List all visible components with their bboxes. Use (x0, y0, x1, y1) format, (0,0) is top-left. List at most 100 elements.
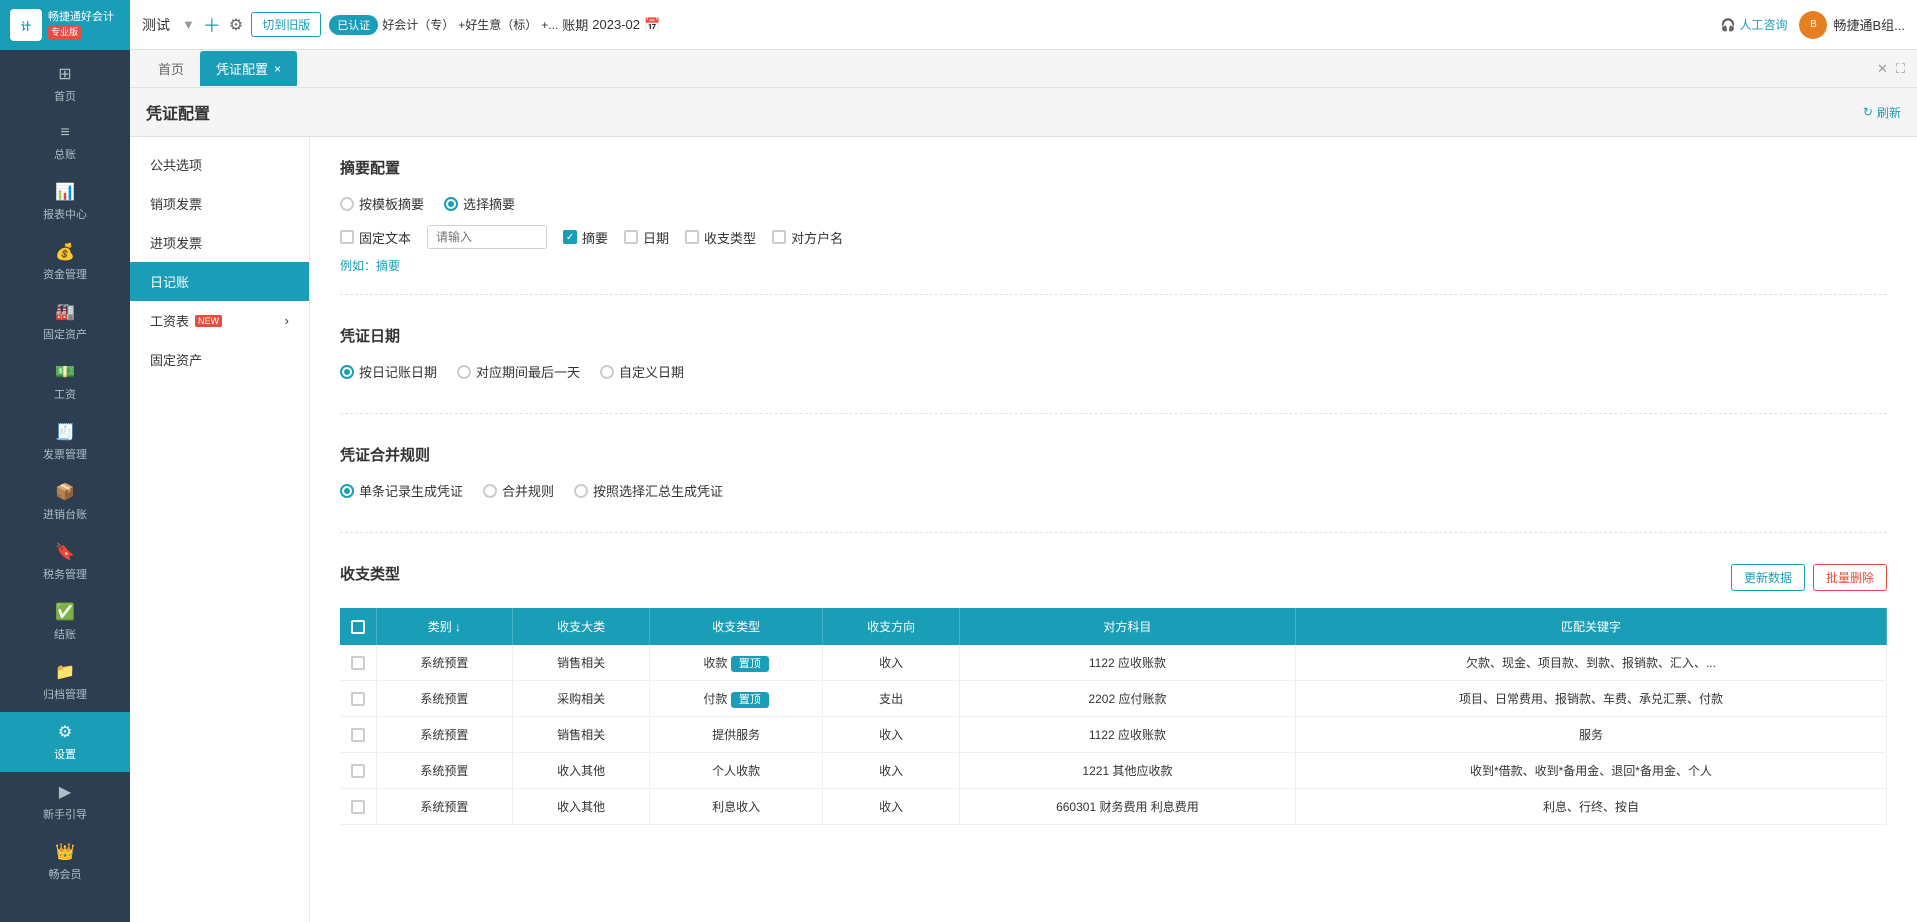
config-sidebar-item-payroll[interactable]: 工资表 NEW › (130, 301, 309, 340)
table-row: 系统预置 采购相关 付款 置顶 支出 2202 应付账款 项目、日常费用、报销款… (340, 681, 1887, 717)
tag-reset[interactable]: 置顶 (731, 656, 769, 672)
home-icon: ⊞ (58, 64, 71, 84)
row-type: 利息收入 (650, 789, 823, 825)
radio-journal-date[interactable]: 按日记账日期 (340, 362, 437, 381)
row-checkbox[interactable] (340, 645, 376, 681)
sidebar-item-salary[interactable]: 💵 工资 (0, 352, 130, 412)
logo-text: 畅捷通好会计 专业版 (48, 10, 114, 40)
sidebar-item-label: 归档管理 (43, 686, 87, 702)
sidebar-item-tax[interactable]: 🔖 税务管理 (0, 532, 130, 592)
radio-circle-checked (340, 484, 354, 498)
tab-home[interactable]: 首页 (142, 51, 200, 86)
checkbox-box (340, 230, 354, 244)
ledger-icon: ≡ (60, 124, 69, 142)
row-checkbox[interactable] (340, 789, 376, 825)
refresh-icon: ↻ (1863, 105, 1873, 119)
config-sidebar-item-journal[interactable]: 日记账 (130, 262, 309, 301)
sidebar-item-settings[interactable]: ⚙ 设置 (0, 712, 130, 772)
radio-select-summary[interactable]: 选择摘要 (444, 194, 515, 213)
tab-close-icon[interactable]: × (274, 62, 281, 76)
checkbox-box-checked: ✓ (563, 230, 577, 244)
checkbox-date[interactable]: 日期 (624, 228, 669, 247)
radio-template-summary[interactable]: 按模板摘要 (340, 194, 424, 213)
radio-merge-rule[interactable]: 合并规则 (483, 481, 554, 500)
table-row: 系统预置 收入其他 个人收款 收入 1221 其他应收款 收到*借款、收到*备用… (340, 753, 1887, 789)
invoice-icon: 🧾 (55, 422, 75, 442)
merge-radio-group: 单条记录生成凭证 合并规则 按照选择汇总生成凭证 (340, 481, 1887, 500)
sidebar-item-label: 结账 (54, 626, 76, 642)
radio-single-record[interactable]: 单条记录生成凭证 (340, 481, 463, 500)
sidebar: 计 畅捷通好会计 专业版 ⊞ 首页 ≡ 总账 📊 报表中心 💰 资金管理 (0, 0, 130, 922)
batch-delete-button[interactable]: 批量删除 (1813, 564, 1887, 591)
headset-icon: 🎧 (1721, 18, 1736, 32)
table-th-checkbox[interactable] (340, 608, 376, 645)
row-category: 系统预置 (376, 645, 513, 681)
arrow-icon: › (285, 313, 289, 328)
refresh-button[interactable]: ↻ 刷新 (1863, 104, 1901, 121)
checkbox-fixed-text[interactable]: 固定文本 (340, 228, 411, 247)
row-account: 2202 应付账款 (959, 681, 1295, 717)
row-major: 采购相关 (513, 681, 650, 717)
switch-version-button[interactable]: 切到旧版 (251, 12, 321, 37)
sidebar-item-label: 资金管理 (43, 266, 87, 282)
row-checkbox[interactable] (340, 753, 376, 789)
row-keywords: 项目、日常费用、报销款、车费、承兑汇票、付款 (1295, 681, 1886, 717)
checkbox-counterpart-name[interactable]: 对方户名 (772, 228, 843, 247)
fixed-text-input[interactable] (427, 225, 547, 249)
config-sidebar-item-public[interactable]: 公共选项 (130, 145, 309, 184)
row-account: 1122 应收账款 (959, 645, 1295, 681)
sidebar-item-guide[interactable]: ▶ 新手引导 (0, 772, 130, 832)
row-type: 付款 置顶 (650, 681, 823, 717)
sidebar-item-label: 固定资产 (43, 326, 87, 342)
radio-circle (340, 197, 354, 211)
radio-custom-date[interactable]: 自定义日期 (600, 362, 684, 381)
checkbox-box (685, 230, 699, 244)
sidebar-item-assets[interactable]: 🏭 固定资产 (0, 292, 130, 352)
new-badge: NEW (195, 315, 222, 327)
tab-bar: 首页 凭证配置 × ✕ ⛶ (130, 50, 1917, 88)
update-data-button[interactable]: 更新数据 (1731, 564, 1805, 591)
sidebar-item-home[interactable]: ⊞ 首页 (0, 54, 130, 114)
sidebar-item-ledger[interactable]: ≡ 总账 (0, 114, 130, 172)
radio-period-last-day[interactable]: 对应期间最后一天 (457, 362, 580, 381)
window-expand-icon[interactable]: ⛶ (1896, 61, 1905, 77)
sidebar-item-invoice[interactable]: 🧾 发票管理 (0, 412, 130, 472)
settings-icon: ⚙ (58, 722, 72, 742)
row-checkbox[interactable] (340, 681, 376, 717)
archive-icon: 📁 (55, 662, 75, 682)
checkbox-income-type[interactable]: 收支类型 (685, 228, 756, 247)
config-sidebar-item-sales[interactable]: 销项发票 (130, 184, 309, 223)
table-row: 系统预置 销售相关 收款 置顶 收入 1122 应收账款 欠款、现金、项目款、到… (340, 645, 1887, 681)
summary-radio-group: 按模板摘要 选择摘要 (340, 194, 1887, 213)
sidebar-item-funds[interactable]: 💰 资金管理 (0, 232, 130, 292)
sidebar-item-close[interactable]: ✅ 结账 (0, 592, 130, 652)
config-sidebar-item-purchase[interactable]: 进项发票 (130, 223, 309, 262)
salary-icon: 💵 (55, 362, 75, 382)
page-title: 凭证配置 (146, 100, 210, 124)
topbar-dropdown-arrow[interactable]: ▼ (182, 17, 195, 32)
topbar-right: 🎧 人工咨询 B 畅捷通B组... (1721, 11, 1905, 39)
topbar-gear-icon[interactable]: ⚙ (229, 15, 243, 35)
summary-section-title: 摘要配置 (340, 157, 1887, 178)
row-major: 销售相关 (513, 717, 650, 753)
tab-voucher-config[interactable]: 凭证配置 × (200, 51, 297, 86)
merge-section-title: 凭证合并规则 (340, 444, 1887, 465)
tag-reset[interactable]: 置顶 (731, 692, 769, 708)
user-menu[interactable]: B 畅捷通B组... (1799, 11, 1905, 39)
service-button[interactable]: 🎧 人工咨询 (1721, 16, 1788, 33)
sidebar-item-trade[interactable]: 📦 进销台账 (0, 472, 130, 532)
row-direction: 收入 (823, 789, 960, 825)
config-sidebar-item-fixed-assets[interactable]: 固定资产 (130, 340, 309, 379)
sidebar-item-vip[interactable]: 👑 畅会员 (0, 832, 130, 892)
sidebar-item-reports[interactable]: 📊 报表中心 (0, 172, 130, 232)
row-major: 收入其他 (513, 753, 650, 789)
logo-icon: 计 (10, 9, 42, 41)
calendar-icon[interactable]: 📅 (644, 17, 660, 33)
row-checkbox[interactable] (340, 717, 376, 753)
checkbox-summary[interactable]: ✓ 摘要 (563, 228, 608, 247)
sidebar-item-archive[interactable]: 📁 归档管理 (0, 652, 130, 712)
radio-select-summary-generate[interactable]: 按照选择汇总生成凭证 (574, 481, 723, 500)
topbar-add-button[interactable]: ＋ (203, 12, 221, 38)
radio-circle-checked (340, 365, 354, 379)
window-close-icon[interactable]: ✕ (1877, 61, 1888, 77)
